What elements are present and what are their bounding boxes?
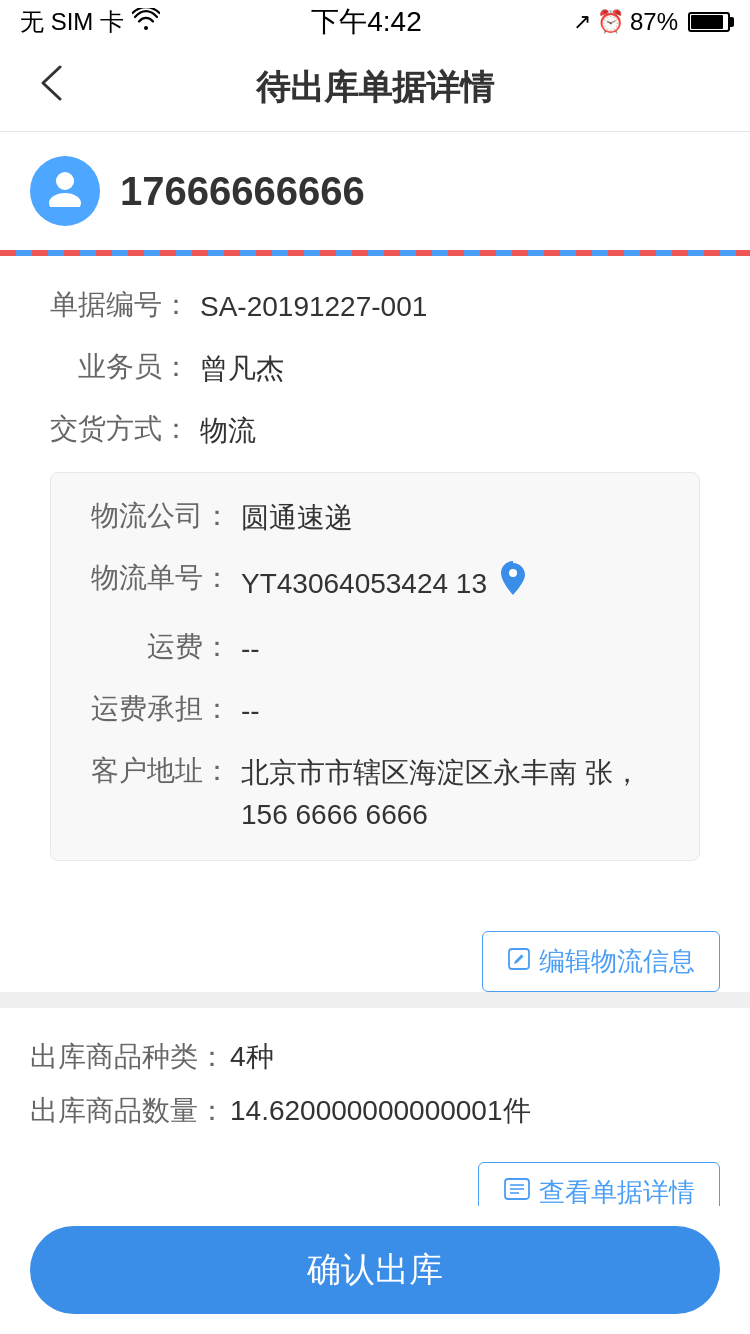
document-number-row: 单据编号： SA-20191227-001: [30, 286, 720, 328]
delivery-value: 物流: [200, 410, 720, 452]
status-indicators: ↗ ⏰ 87%: [573, 8, 730, 36]
bottom-bar: 确认出库: [0, 1206, 750, 1334]
avatar: [30, 156, 100, 226]
freight-value: --: [241, 628, 679, 670]
goods-quantity-value: 14.620000000000001件: [230, 1092, 531, 1130]
tracking-number-label: 物流单号：: [71, 559, 231, 597]
person-icon: [45, 167, 85, 216]
status-carrier: 无 SIM 卡: [20, 6, 160, 38]
goods-types-value: 4种: [230, 1038, 274, 1076]
battery-percent: 87%: [630, 8, 678, 36]
battery-icon: [688, 12, 730, 32]
view-details-label: 查看单据详情: [539, 1175, 695, 1210]
freight-label: 运费：: [71, 628, 231, 666]
document-number-label: 单据编号：: [30, 286, 190, 324]
svg-point-2: [509, 569, 517, 577]
carrier-text: 无 SIM 卡: [20, 6, 124, 38]
status-time: 下午4:42: [311, 3, 422, 41]
freight-bearer-value: --: [241, 690, 679, 732]
section-divider-1: [0, 992, 750, 1008]
document-number-value: SA-20191227-001: [200, 286, 720, 328]
edit-action-bar: 编辑物流信息: [0, 911, 750, 992]
edit-logistics-label: 编辑物流信息: [539, 944, 695, 979]
customer-address-value: 北京市市辖区海淀区永丰南 张，156 6666 6666: [241, 752, 679, 836]
customer-header: 17666666666: [0, 132, 750, 250]
customer-address-label: 客户地址：: [71, 752, 231, 790]
location-status-icon: ↗: [573, 9, 591, 35]
salesman-row: 业务员： 曾凡杰: [30, 348, 720, 390]
edit-logistics-button[interactable]: 编辑物流信息: [482, 931, 720, 992]
customer-address-row: 客户地址： 北京市市辖区海淀区永丰南 张，156 6666 6666: [71, 752, 679, 836]
logistics-company-row: 物流公司： 圆通速递: [71, 497, 679, 539]
svg-point-0: [56, 172, 74, 190]
page-title: 待出库单据详情: [256, 65, 494, 111]
goods-types-row: 出库商品种类： 4种: [30, 1038, 720, 1076]
freight-bearer-label: 运费承担：: [71, 690, 231, 728]
tracking-number-value: YT43064053424 13: [241, 559, 679, 608]
wifi-icon: [132, 8, 160, 36]
salesman-value: 曾凡杰: [200, 348, 720, 390]
map-pin-icon[interactable]: [497, 559, 529, 608]
list-icon: [503, 1177, 531, 1208]
confirm-outbound-button[interactable]: 确认出库: [30, 1226, 720, 1314]
logistics-company-label: 物流公司：: [71, 497, 231, 535]
goods-quantity-row: 出库商品数量： 14.620000000000001件: [30, 1092, 720, 1130]
freight-row: 运费： --: [71, 628, 679, 670]
tracking-number-text: YT43064053424 13: [241, 563, 487, 605]
delivery-label: 交货方式：: [30, 410, 190, 448]
logistics-company-value: 圆通速递: [241, 497, 679, 539]
nav-bar: 待出库单据详情: [0, 44, 750, 132]
tracking-number-row: 物流单号： YT43064053424 13: [71, 559, 679, 608]
goods-quantity-label: 出库商品数量：: [30, 1092, 230, 1130]
main-content: 17666666666 单据编号： SA-20191227-001 业务员： 曾…: [0, 132, 750, 1334]
delivery-row: 交货方式： 物流: [30, 410, 720, 452]
customer-phone: 17666666666: [120, 169, 365, 214]
svg-point-1: [49, 193, 81, 207]
alarm-icon: ⏰: [597, 9, 624, 35]
status-bar: 无 SIM 卡 下午4:42 ↗ ⏰ 87%: [0, 0, 750, 44]
logistics-card: 物流公司： 圆通速递 物流单号： YT43064053424 13 运费：: [50, 472, 700, 861]
confirm-btn-label: 确认出库: [307, 1247, 443, 1293]
freight-bearer-row: 运费承担： --: [71, 690, 679, 732]
edit-icon: [507, 947, 531, 977]
document-info-section: 单据编号： SA-20191227-001 业务员： 曾凡杰 交货方式： 物流 …: [0, 256, 750, 891]
goods-types-label: 出库商品种类：: [30, 1038, 230, 1076]
back-button[interactable]: [30, 55, 72, 120]
salesman-label: 业务员：: [30, 348, 190, 386]
